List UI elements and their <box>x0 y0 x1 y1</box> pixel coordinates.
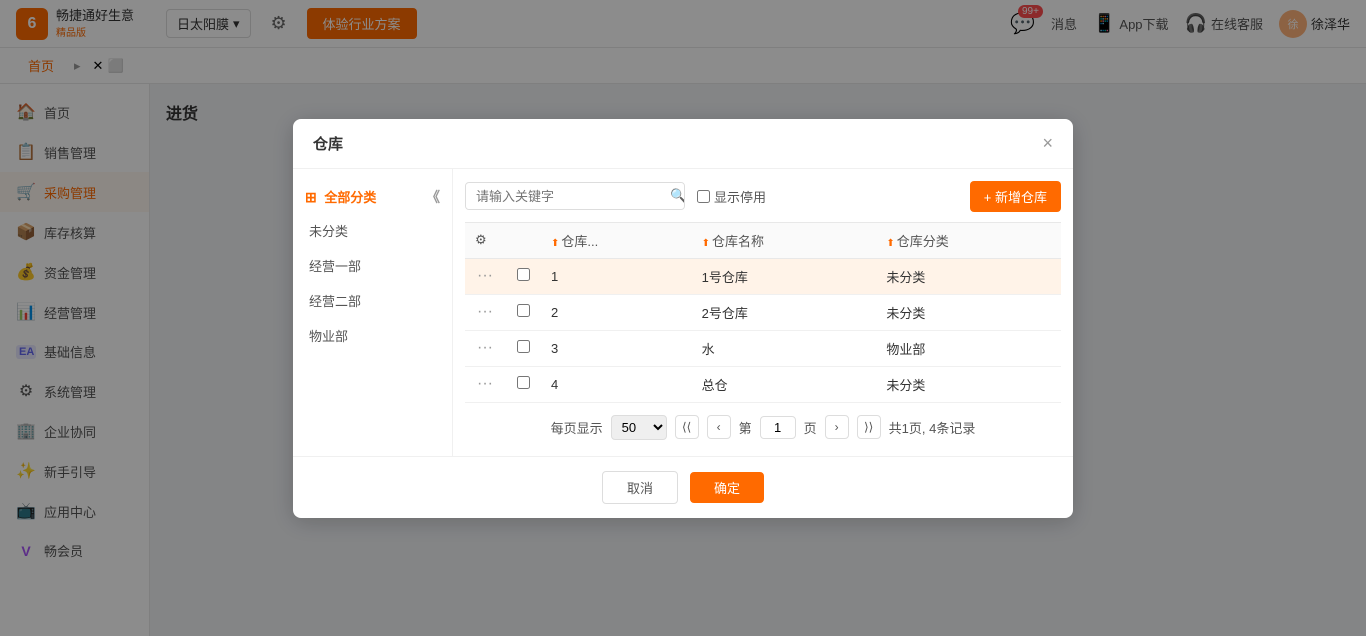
category-item-dept1[interactable]: 经营一部 <box>293 248 452 283</box>
row-num-cell: 2 <box>541 294 692 330</box>
row-actions-cell: ··· <box>465 258 505 294</box>
row-num-cell: 3 <box>541 330 692 366</box>
sort-icon-name: ⬆ <box>702 238 710 249</box>
row-checkbox[interactable] <box>517 340 530 353</box>
row-actions-cell: ··· <box>465 330 505 366</box>
modal-header: 仓库 × <box>293 119 1073 169</box>
show-disabled-label[interactable]: 显示停用 <box>697 187 766 206</box>
add-warehouse-button[interactable]: + 新增仓库 <box>970 181 1061 212</box>
th-category: ⬆仓库分类 <box>876 222 1061 258</box>
th-gear: ⚙ <box>465 222 505 258</box>
page-next-button[interactable]: › <box>825 415 849 439</box>
row-name-cell: 1号仓库 <box>692 258 877 294</box>
th-check <box>505 222 541 258</box>
row-checkbox[interactable] <box>517 376 530 389</box>
table-toolbar: 🔍 显示停用 + 新增仓库 <box>465 181 1061 212</box>
row-check-cell[interactable] <box>505 294 541 330</box>
category-item-dept2[interactable]: 经营二部 <box>293 283 452 318</box>
warehouse-table: ⚙ ⬆仓库... ⬆仓库名称 ⬆仓库分类 <box>465 222 1061 403</box>
row-actions-cell: ··· <box>465 366 505 402</box>
row-category-cell: 未分类 <box>876 366 1061 402</box>
row-more-button[interactable]: ··· <box>477 303 493 321</box>
grid-icon: ⊞ <box>305 189 317 205</box>
table-area: 🔍 显示停用 + 新增仓库 ⚙ <box>453 169 1073 456</box>
row-actions-cell: ··· <box>465 294 505 330</box>
sort-icon-code: ⬆ <box>551 238 559 249</box>
row-category-cell: 未分类 <box>876 294 1061 330</box>
row-num-cell: 1 <box>541 258 692 294</box>
per-page-select[interactable]: 50 10 20 100 <box>611 415 667 440</box>
row-name-cell: 水 <box>692 330 877 366</box>
row-name-cell: 2号仓库 <box>692 294 877 330</box>
row-more-button[interactable]: ··· <box>477 375 493 393</box>
warehouse-modal: 仓库 × ⊞ 全部分类 《 未分类 经营一部 经营二部 物业部 <box>293 119 1073 518</box>
modal-title: 仓库 <box>313 133 343 154</box>
total-label: 共1页, 4条记录 <box>889 418 976 437</box>
modal-overlay[interactable]: 仓库 × ⊞ 全部分类 《 未分类 经营一部 经营二部 物业部 <box>0 0 1366 636</box>
category-item-property[interactable]: 物业部 <box>293 318 452 353</box>
search-input[interactable] <box>466 184 662 209</box>
show-disabled-checkbox[interactable] <box>697 190 710 203</box>
table-row[interactable]: ··· 1 1号仓库 未分类 <box>465 258 1061 294</box>
row-category-cell: 未分类 <box>876 258 1061 294</box>
cancel-button[interactable]: 取消 <box>602 471 678 504</box>
modal-close-button[interactable]: × <box>1042 133 1053 154</box>
search-box: 🔍 <box>465 182 685 210</box>
category-header: ⊞ 全部分类 《 <box>293 181 452 213</box>
row-check-cell[interactable] <box>505 258 541 294</box>
row-more-button[interactable]: ··· <box>477 339 493 357</box>
page-label: 第 <box>739 418 752 437</box>
row-num-cell: 4 <box>541 366 692 402</box>
row-checkbox[interactable] <box>517 268 530 281</box>
pagination-bar: 每页显示 50 10 20 100 ⟨⟨ ‹ 第 页 › ⟩⟩ 共1页, 4条记… <box>465 403 1061 444</box>
row-name-cell: 总仓 <box>692 366 877 402</box>
table-row[interactable]: ··· 3 水 物业部 <box>465 330 1061 366</box>
th-name: ⬆仓库名称 <box>692 222 877 258</box>
per-page-label: 每页显示 <box>551 418 603 437</box>
row-category-cell: 物业部 <box>876 330 1061 366</box>
th-code: ⬆仓库... <box>541 222 692 258</box>
modal-footer: 取消 确定 <box>293 456 1073 518</box>
category-item-uncat[interactable]: 未分类 <box>293 213 452 248</box>
table-row[interactable]: ··· 4 总仓 未分类 <box>465 366 1061 402</box>
search-button[interactable]: 🔍 <box>662 183 685 209</box>
page-end-label: 页 <box>804 418 817 437</box>
all-category-label[interactable]: 全部分类 <box>324 190 376 205</box>
row-check-cell[interactable] <box>505 330 541 366</box>
confirm-button[interactable]: 确定 <box>690 472 764 503</box>
page-prev-button[interactable]: ‹ <box>707 415 731 439</box>
category-collapse-button[interactable]: 《 <box>426 187 440 207</box>
modal-body: ⊞ 全部分类 《 未分类 经营一部 经营二部 物业部 🔍 <box>293 169 1073 456</box>
page-first-button[interactable]: ⟨⟨ <box>675 415 699 439</box>
page-last-button[interactable]: ⟩⟩ <box>857 415 881 439</box>
page-number-input[interactable] <box>760 416 796 439</box>
row-checkbox[interactable] <box>517 304 530 317</box>
table-row[interactable]: ··· 2 2号仓库 未分类 <box>465 294 1061 330</box>
category-sidebar: ⊞ 全部分类 《 未分类 经营一部 经营二部 物业部 <box>293 169 453 456</box>
row-check-cell[interactable] <box>505 366 541 402</box>
row-more-button[interactable]: ··· <box>477 267 493 285</box>
sort-icon-category: ⬆ <box>886 238 894 249</box>
